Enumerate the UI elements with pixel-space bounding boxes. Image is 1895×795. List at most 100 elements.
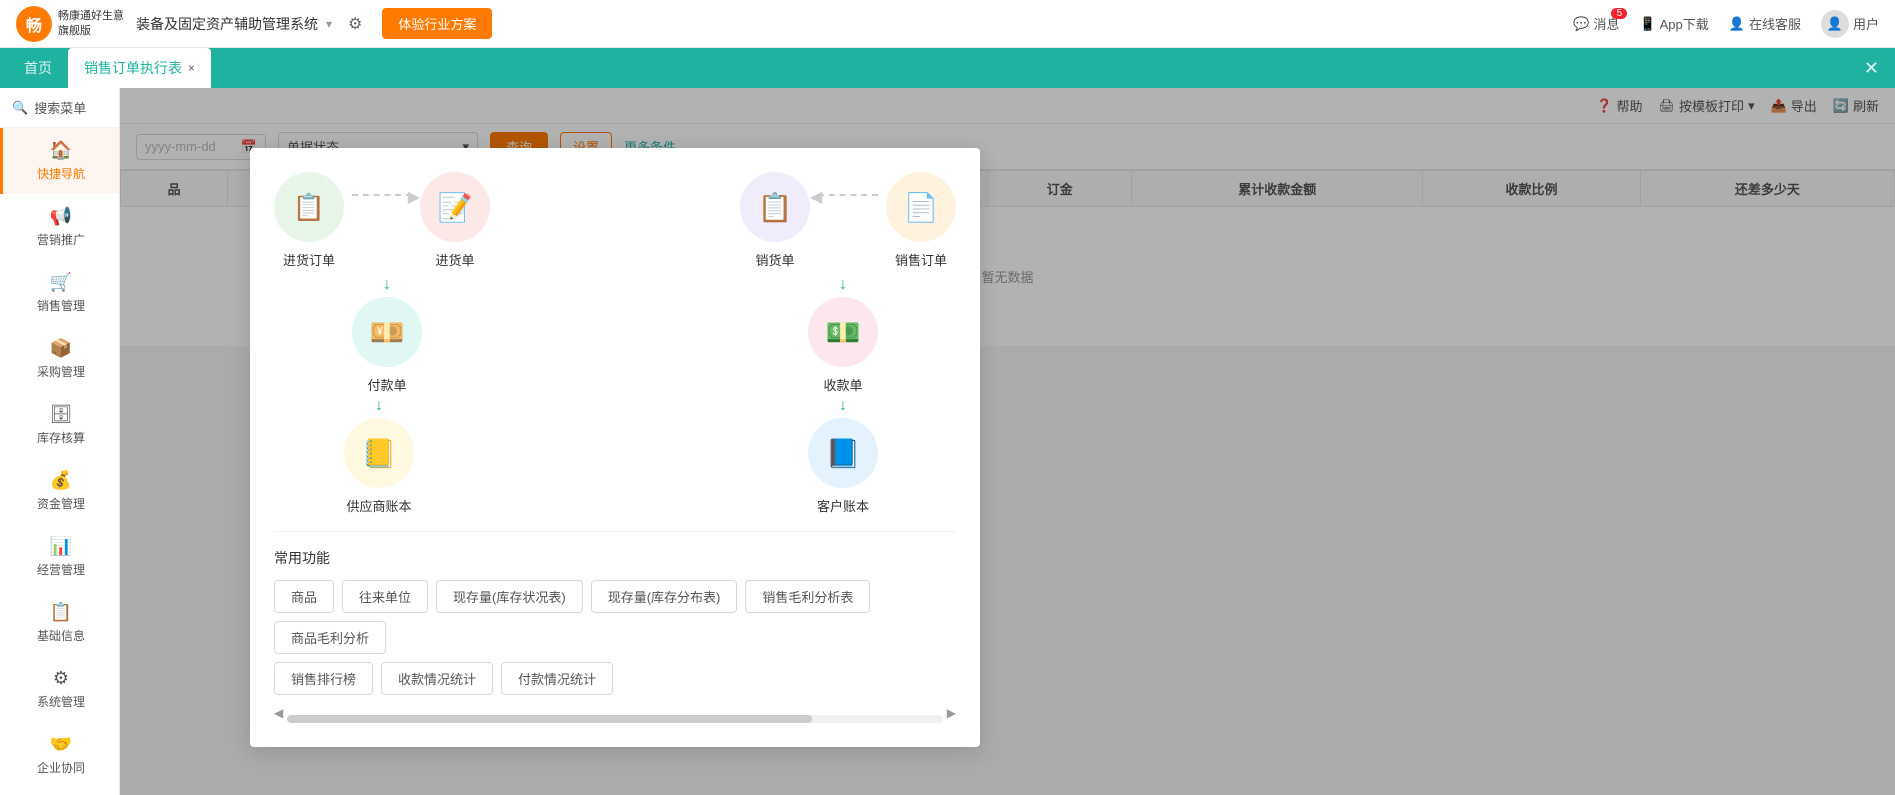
- arrow-down-customer: ↓: [839, 398, 847, 414]
- enterprise-icon: 🤝: [50, 734, 72, 755]
- scroll-bar[interactable]: [287, 715, 943, 723]
- func-btn-stock-dist[interactable]: 现存量(库存分布表): [591, 580, 738, 613]
- down-col-customer: ↓ 📘 客户账本: [808, 398, 878, 515]
- top-header: 畅 畅康通好生意 旗舰版 装备及固定资产辅助管理系统 ▾ ⚙ 体验行业方案 💬 …: [0, 0, 1895, 48]
- tab-bar: 首页 销售订单执行表 × ✕: [0, 48, 1895, 88]
- flow-row-3: ↓ 📒 供应商账本 ↓ 📘: [274, 398, 956, 515]
- arrow-salesbill-to-salesorder: ◀: [810, 194, 886, 196]
- search-menu[interactable]: 🔍 搜索菜单: [0, 88, 119, 128]
- scroll-thumb: [287, 715, 811, 723]
- receipt-label: 收款单: [823, 375, 862, 394]
- tab-home[interactable]: 首页: [8, 48, 68, 88]
- func-btn-payment-stats[interactable]: 付款情况统计: [501, 662, 613, 695]
- receipt-circle: 💵: [808, 297, 878, 367]
- message-icon: 💬: [1573, 16, 1589, 32]
- flow-node-receipt: 💵 收款单: [808, 297, 878, 394]
- modal-overlay[interactable]: 📋 进货订单 ▶ 📝 进货: [120, 88, 1895, 795]
- sidebar-item-enterprise[interactable]: 🤝 企业协同: [0, 722, 119, 788]
- customer-ledger-label: 客户账本: [817, 496, 869, 515]
- func-btn-sales-ranking[interactable]: 销售排行榜: [274, 662, 373, 695]
- gear-icon[interactable]: ⚙: [348, 14, 362, 34]
- system-title-area: 装备及固定资产辅助管理系统 ▾ ⚙ 体验行业方案: [136, 8, 1573, 39]
- flow-row-2: ↓ 💴 付款单 ↓ �: [274, 277, 956, 394]
- home-icon: 🏠: [50, 140, 72, 161]
- func-btn-product-profit[interactable]: 商品毛利分析: [274, 621, 386, 654]
- download-icon: 📱: [1639, 16, 1655, 32]
- flow-node-purchase-bill: 📝 进货单: [420, 172, 490, 269]
- down-col-supplier: ↓ 📒 供应商账本: [344, 398, 414, 515]
- sidebar: 🔍 搜索菜单 🏠 快捷导航 📢 营销推广 🛒 销售管理 📦 采购管理 🗄 库存核…: [0, 88, 120, 795]
- dropdown-arrow-icon[interactable]: ▾: [326, 17, 332, 31]
- sidebar-item-basic-info[interactable]: 📋 基础信息: [0, 590, 119, 656]
- down-col-payment: ↓ 💴 付款单: [352, 277, 422, 394]
- sidebar-item-sales[interactable]: 🛒 销售管理: [0, 260, 119, 326]
- content-area: ❓ 帮助 🖨 按模板打印 ▾ 📤 导出 🔄 刷新 yyyy-mm-dd 📅: [120, 88, 1895, 795]
- supplier-ledger-circle: 📒: [344, 418, 414, 488]
- message-badge: 5: [1611, 8, 1627, 19]
- sidebar-item-newcomer[interactable]: 🎓 新手引导: [0, 788, 119, 795]
- sales-order-circle: 📄: [886, 172, 956, 242]
- sidebar-item-purchase[interactable]: 📦 采购管理: [0, 326, 119, 392]
- sidebar-item-system[interactable]: ⚙ 系统管理: [0, 656, 119, 722]
- main-layout: 🔍 搜索菜单 🏠 快捷导航 📢 营销推广 🛒 销售管理 📦 采购管理 🗄 库存核…: [0, 88, 1895, 795]
- sales-bill-circle: 📋: [740, 172, 810, 242]
- avatar: 👤: [1821, 10, 1849, 38]
- message-button[interactable]: 💬 消息 5: [1573, 14, 1619, 33]
- sidebar-item-operations[interactable]: 📊 经营管理: [0, 524, 119, 590]
- func-btn-partner[interactable]: 往来单位: [342, 580, 428, 613]
- payment-label: 付款单: [367, 375, 406, 394]
- logo-text: 畅康通好生意 旗舰版: [58, 9, 124, 38]
- arrow-down-receipt: ↓: [839, 277, 847, 293]
- func-btn-product[interactable]: 商品: [274, 580, 334, 613]
- arrow-down-payment: ↓: [383, 277, 391, 293]
- tab-bar-close-icon[interactable]: ✕: [1856, 58, 1887, 79]
- down-col-receipt: ↓ 💵 收款单: [808, 277, 878, 394]
- flow-node-payment: 💴 付款单: [352, 297, 422, 394]
- modal-box: 📋 进货订单 ▶ 📝 进货: [250, 148, 980, 747]
- func-btn-receipt-stats[interactable]: 收款情况统计: [381, 662, 493, 695]
- trial-button[interactable]: 体验行业方案: [382, 8, 492, 39]
- flow-node-sales-bill: 📋 销货单: [740, 172, 810, 269]
- customer-ledger-circle: 📘: [808, 418, 878, 488]
- header-right: 💬 消息 5 📱 App下载 👤 在线客服 👤 用户: [1573, 10, 1879, 38]
- sidebar-item-finance[interactable]: 💰 资金管理: [0, 458, 119, 524]
- sales-order-label: 销售订单: [895, 250, 947, 269]
- system-icon: ⚙: [53, 668, 69, 689]
- flow-node-sales-order: 📄 销售订单: [886, 172, 956, 269]
- flow-node-supplier-ledger: 📒 供应商账本: [344, 418, 414, 515]
- logo-area: 畅 畅康通好生意 旗舰版: [16, 6, 136, 42]
- app-download-button[interactable]: 📱 App下载: [1639, 14, 1708, 33]
- user-menu[interactable]: 👤 用户: [1821, 10, 1879, 38]
- purchase-bill-circle: 📝: [420, 172, 490, 242]
- common-functions-title: 常用功能: [274, 548, 956, 568]
- operations-icon: 📊: [50, 536, 72, 557]
- arrow-down-supplier: ↓: [375, 398, 383, 414]
- purchase-order-label: 进货订单: [283, 250, 335, 269]
- func-btn-stock-status[interactable]: 现存量(库存状况表): [436, 580, 583, 613]
- tab-sales-order[interactable]: 销售订单执行表 ×: [68, 48, 211, 88]
- sidebar-item-marketing[interactable]: 📢 营销推广: [0, 194, 119, 260]
- system-title: 装备及固定资产辅助管理系统: [136, 14, 318, 34]
- arrow-purchase-to-bill: ▶: [344, 194, 420, 196]
- search-icon: 🔍: [12, 100, 28, 116]
- func-btn-sales-profit[interactable]: 销售毛利分析表: [745, 580, 870, 613]
- func-buttons: 商品 往来单位 现存量(库存状况表) 现存量(库存分布表) 销售毛利分析表 商品…: [274, 580, 956, 654]
- flow-node-purchase-order: 📋 进货订单: [274, 172, 344, 269]
- purchase-order-circle: 📋: [274, 172, 344, 242]
- scroll-left-icon[interactable]: ◀: [274, 706, 283, 720]
- sales-icon: 🛒: [50, 272, 72, 293]
- purchase-bill-label: 进货单: [435, 250, 474, 269]
- sidebar-item-quick-nav[interactable]: 🏠 快捷导航: [0, 128, 119, 194]
- payment-circle: 💴: [352, 297, 422, 367]
- common-functions: 常用功能 商品 往来单位 现存量(库存状况表) 现存量(库存分布表) 销售毛利分…: [274, 531, 956, 695]
- supplier-ledger-label: 供应商账本: [346, 496, 411, 515]
- sidebar-item-inventory[interactable]: 🗄 库存核算: [0, 392, 119, 458]
- online-service-button[interactable]: 👤 在线客服: [1729, 14, 1801, 33]
- service-icon: 👤: [1729, 16, 1745, 32]
- finance-icon: 💰: [50, 470, 72, 491]
- scroll-right-icon[interactable]: ▶: [947, 706, 956, 720]
- marketing-icon: 📢: [50, 206, 72, 227]
- inventory-icon: 🗄: [50, 404, 73, 425]
- tab-close-icon[interactable]: ×: [188, 61, 195, 75]
- func-buttons-row2: 销售排行榜 收款情况统计 付款情况统计: [274, 662, 956, 695]
